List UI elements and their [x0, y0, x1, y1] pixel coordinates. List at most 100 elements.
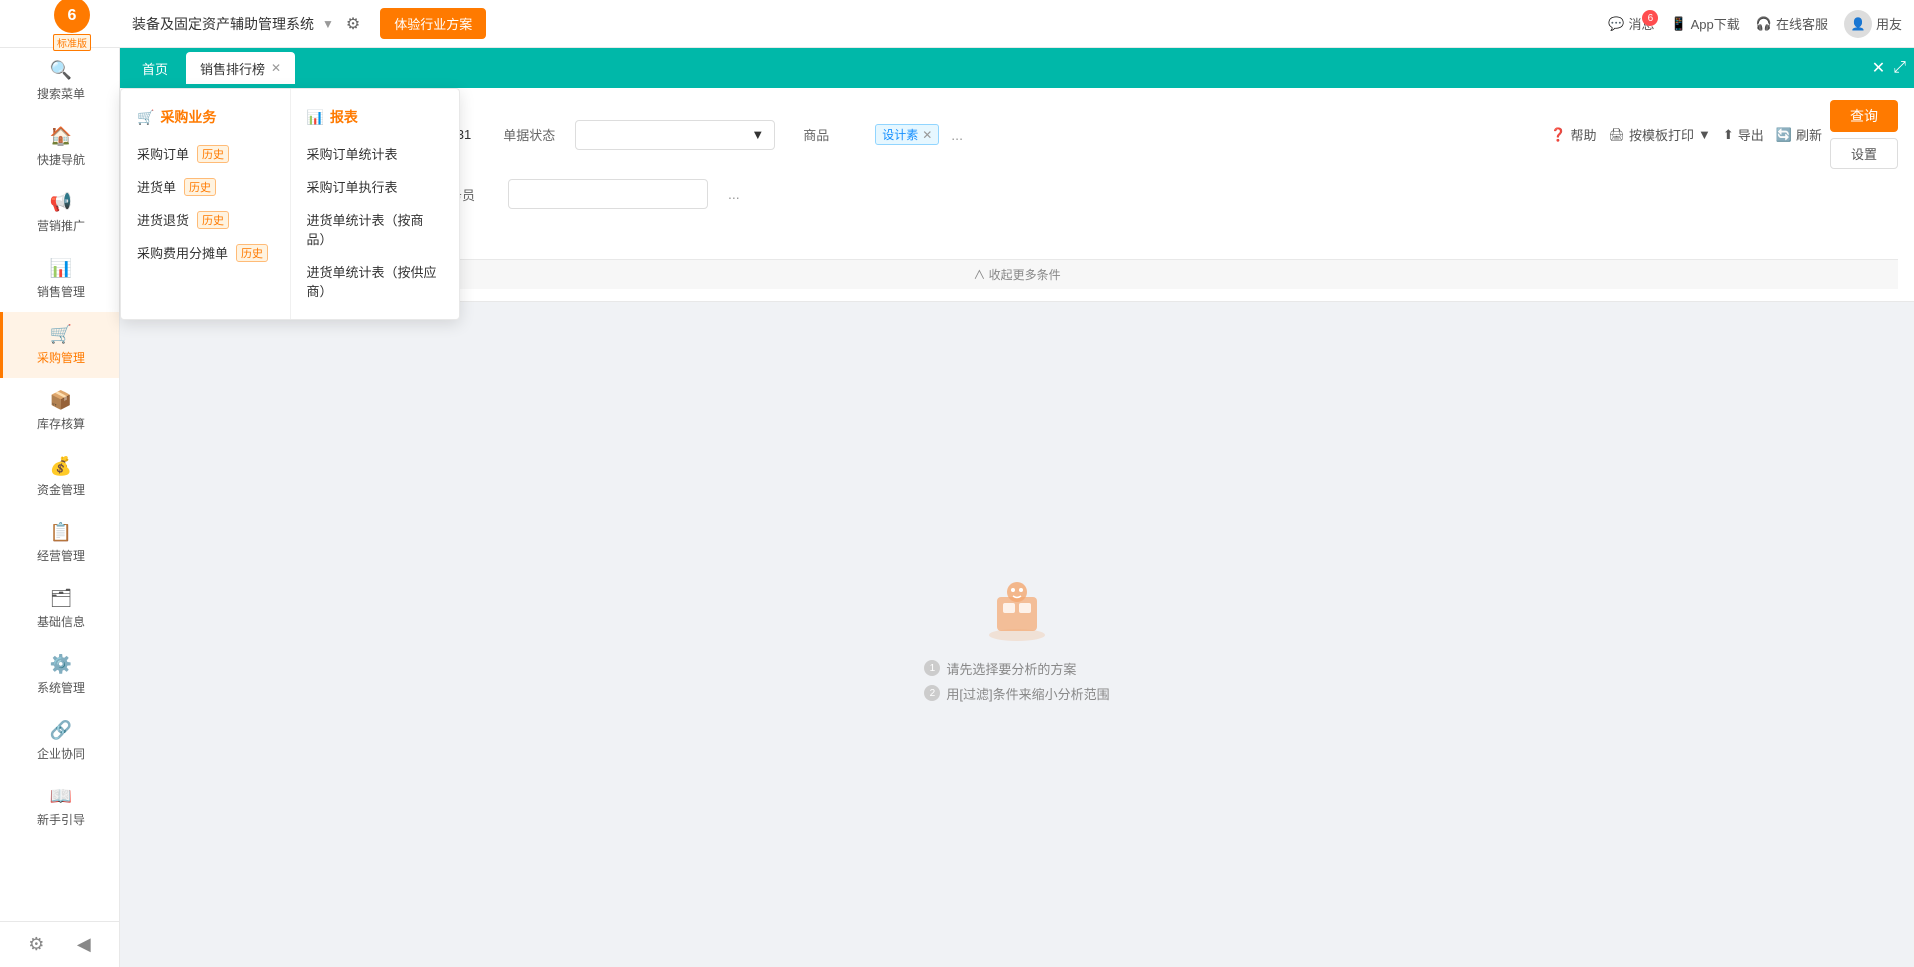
salesman-ellipsis[interactable]: ...	[728, 186, 740, 202]
dropdown-item-report-4[interactable]: 进货单统计表（按供应商）	[291, 255, 460, 307]
empty-tip-2: 2 用[过滤]条件来缩小分析范围	[924, 684, 1109, 703]
system-title-dropdown-icon[interactable]: ▼	[322, 17, 334, 31]
dropdown-item-incoming[interactable]: 进货单 历史	[121, 170, 290, 203]
sidebar-item-search[interactable]: 🔍 搜索菜单	[0, 48, 119, 114]
empty-tip-1: 1 请先选择要分析的方案	[924, 659, 1109, 678]
user-item[interactable]: 👤 用友	[1844, 10, 1902, 38]
tab-sales-rank[interactable]: 销售排行榜 ✕	[186, 52, 295, 84]
sidebar-item-quick-nav[interactable]: 🏠 快捷导航	[0, 114, 119, 180]
book-icon: 📖	[50, 786, 72, 807]
dropdown-item-report-2[interactable]: 采购订单执行表	[291, 170, 460, 203]
tab-home[interactable]: 首页	[128, 52, 182, 84]
export-btn[interactable]: ⬆ 导出	[1723, 125, 1764, 144]
export-icon: ⬆	[1723, 127, 1734, 143]
sidebar: 🔍 搜索菜单 🏠 快捷导航 📢 营销推广 📊 销售管理 🛒 采购管理 📦 库存核…	[0, 48, 120, 967]
goods-tag-close-btn[interactable]: ✕	[922, 128, 932, 142]
purchase-order-label: 采购订单	[137, 144, 189, 163]
tip-text-1: 请先选择要分析的方案	[946, 659, 1076, 678]
dropdown-header-purchase: 🛒 采购业务	[121, 101, 290, 137]
sidebar-item-operations[interactable]: 📋 经营管理	[0, 510, 119, 576]
industry-btn[interactable]: 体验行业方案	[380, 8, 486, 39]
query-btn[interactable]: 查询	[1830, 100, 1898, 132]
link-icon: 🔗	[50, 720, 72, 741]
megaphone-icon: 📢	[50, 192, 72, 213]
refresh-btn[interactable]: 🔄 刷新	[1776, 125, 1822, 144]
export-label: 导出	[1738, 125, 1764, 144]
sidebar-collapse-btn[interactable]: ◀	[77, 934, 91, 955]
home-icon: 🏠	[50, 126, 72, 147]
folder-icon: 🗂	[50, 588, 73, 609]
phone-icon: 📱	[1670, 16, 1686, 32]
sidebar-label-sales: 销售管理	[37, 283, 85, 300]
dropdown-item-purchase-order[interactable]: 采购订单 历史	[121, 137, 290, 170]
tab-expand-btn[interactable]: ⤢	[1893, 59, 1906, 77]
goods-ellipsis[interactable]: ...	[951, 127, 963, 143]
incoming-history-badge: 历史	[184, 178, 216, 196]
sidebar-item-guide[interactable]: 📖 新手引导	[0, 774, 119, 840]
logo-tag: 标准版	[53, 34, 91, 51]
tip-num-1: 1	[924, 660, 940, 676]
settings-icon-btn[interactable]: ⚙	[342, 10, 364, 38]
sidebar-item-enterprise[interactable]: 🔗 企业协同	[0, 708, 119, 774]
salesman-select[interactable]	[508, 179, 708, 209]
purchase-dropdown-menu: 🛒 采购业务 采购订单 历史 进货单 历史 进货退货 历史 采购费用分摊单 历史	[120, 88, 460, 320]
help-icon: ❓	[1550, 127, 1566, 143]
return-history-badge: 历史	[197, 211, 229, 229]
settings-btn[interactable]: 设置	[1830, 138, 1898, 169]
sidebar-label-guide: 新手引导	[37, 811, 85, 828]
sidebar-settings-btn[interactable]: ⚙	[28, 934, 44, 955]
app-download-item[interactable]: 📱 App下载	[1670, 14, 1739, 33]
sidebar-label-finance: 资金管理	[37, 481, 85, 498]
tab-close-btn[interactable]: ✕	[271, 61, 281, 75]
print-arrow[interactable]: ▼	[1698, 127, 1711, 142]
online-service-item[interactable]: 🎧 在线客服	[1756, 14, 1828, 33]
sidebar-label-search: 搜索菜单	[37, 85, 85, 102]
dropdown-col-purchase: 🛒 采购业务 采购订单 历史 进货单 历史 进货退货 历史 采购费用分摊单 历史	[121, 89, 290, 319]
sidebar-item-basic[interactable]: 🗂 基础信息	[0, 576, 119, 642]
tab-close-all-btn[interactable]: ✕	[1872, 58, 1885, 78]
clipboard-icon: 📋	[50, 522, 72, 543]
print-btn[interactable]: 🖨 按模板打印 ▼	[1608, 125, 1710, 144]
online-service-label: 在线客服	[1776, 14, 1828, 33]
expense-history-badge: 历史	[236, 244, 268, 262]
tip-text-2: 用[过滤]条件来缩小分析范围	[946, 684, 1109, 703]
sidebar-bottom: ⚙ ◀	[0, 921, 119, 967]
sidebar-label-quick-nav: 快捷导航	[37, 151, 85, 168]
tab-sales-rank-label: 销售排行榜	[200, 59, 265, 78]
username-label: 用友	[1876, 14, 1902, 33]
report-header-icon: 📊	[307, 109, 324, 126]
refresh-icon: 🔄	[1776, 127, 1792, 143]
dropdown-item-return[interactable]: 进货退货 历史	[121, 203, 290, 236]
box-icon: 📦	[50, 390, 72, 411]
empty-illustration	[977, 567, 1057, 647]
report-3-label: 进货单统计表（按商品）	[307, 210, 444, 248]
sidebar-item-sales[interactable]: 📊 销售管理	[0, 246, 119, 312]
dropdown-item-expense[interactable]: 采购费用分摊单 历史	[121, 236, 290, 269]
incoming-label: 进货单	[137, 177, 176, 196]
dropdown-item-report-1[interactable]: 采购订单统计表	[291, 137, 460, 170]
purchase-header-icon: 🛒	[137, 109, 154, 126]
notification-badge-count: 6	[1642, 10, 1658, 26]
svg-text:6: 6	[68, 7, 77, 24]
sidebar-label-purchase: 采购管理	[37, 349, 85, 366]
system-title-text: 装备及固定资产辅助管理系统	[132, 14, 314, 34]
sidebar-item-finance[interactable]: 💰 资金管理	[0, 444, 119, 510]
expense-label: 采购费用分摊单	[137, 243, 228, 262]
sidebar-item-purchase[interactable]: 🛒 采购管理	[0, 312, 119, 378]
sidebar-label-operations: 经营管理	[37, 547, 85, 564]
notification-item[interactable]: 💬 消息 6	[1608, 14, 1654, 33]
sidebar-item-inventory[interactable]: 📦 库存核算	[0, 378, 119, 444]
print-label: 按模板打印	[1629, 125, 1694, 144]
dropdown-col-report: 📊 报表 采购订单统计表 采购订单执行表 进货单统计表（按商品） 进货单统计表（…	[290, 89, 460, 319]
money-icon: 💰	[50, 456, 72, 477]
message-icon: 💬	[1608, 16, 1624, 32]
sidebar-item-system[interactable]: ⚙️ 系统管理	[0, 642, 119, 708]
report-4-label: 进货单统计表（按供应商）	[307, 262, 444, 300]
cart-icon: 🛒	[50, 324, 72, 345]
empty-state: 1 请先选择要分析的方案 2 用[过滤]条件来缩小分析范围	[120, 302, 1914, 967]
help-btn[interactable]: ❓ 帮助	[1550, 125, 1596, 144]
dropdown-item-report-3[interactable]: 进货单统计表（按商品）	[291, 203, 460, 255]
order-status-select[interactable]: ▼	[575, 120, 775, 150]
collapse-icon: ∧	[973, 268, 985, 282]
sidebar-item-marketing[interactable]: 📢 营销推广	[0, 180, 119, 246]
